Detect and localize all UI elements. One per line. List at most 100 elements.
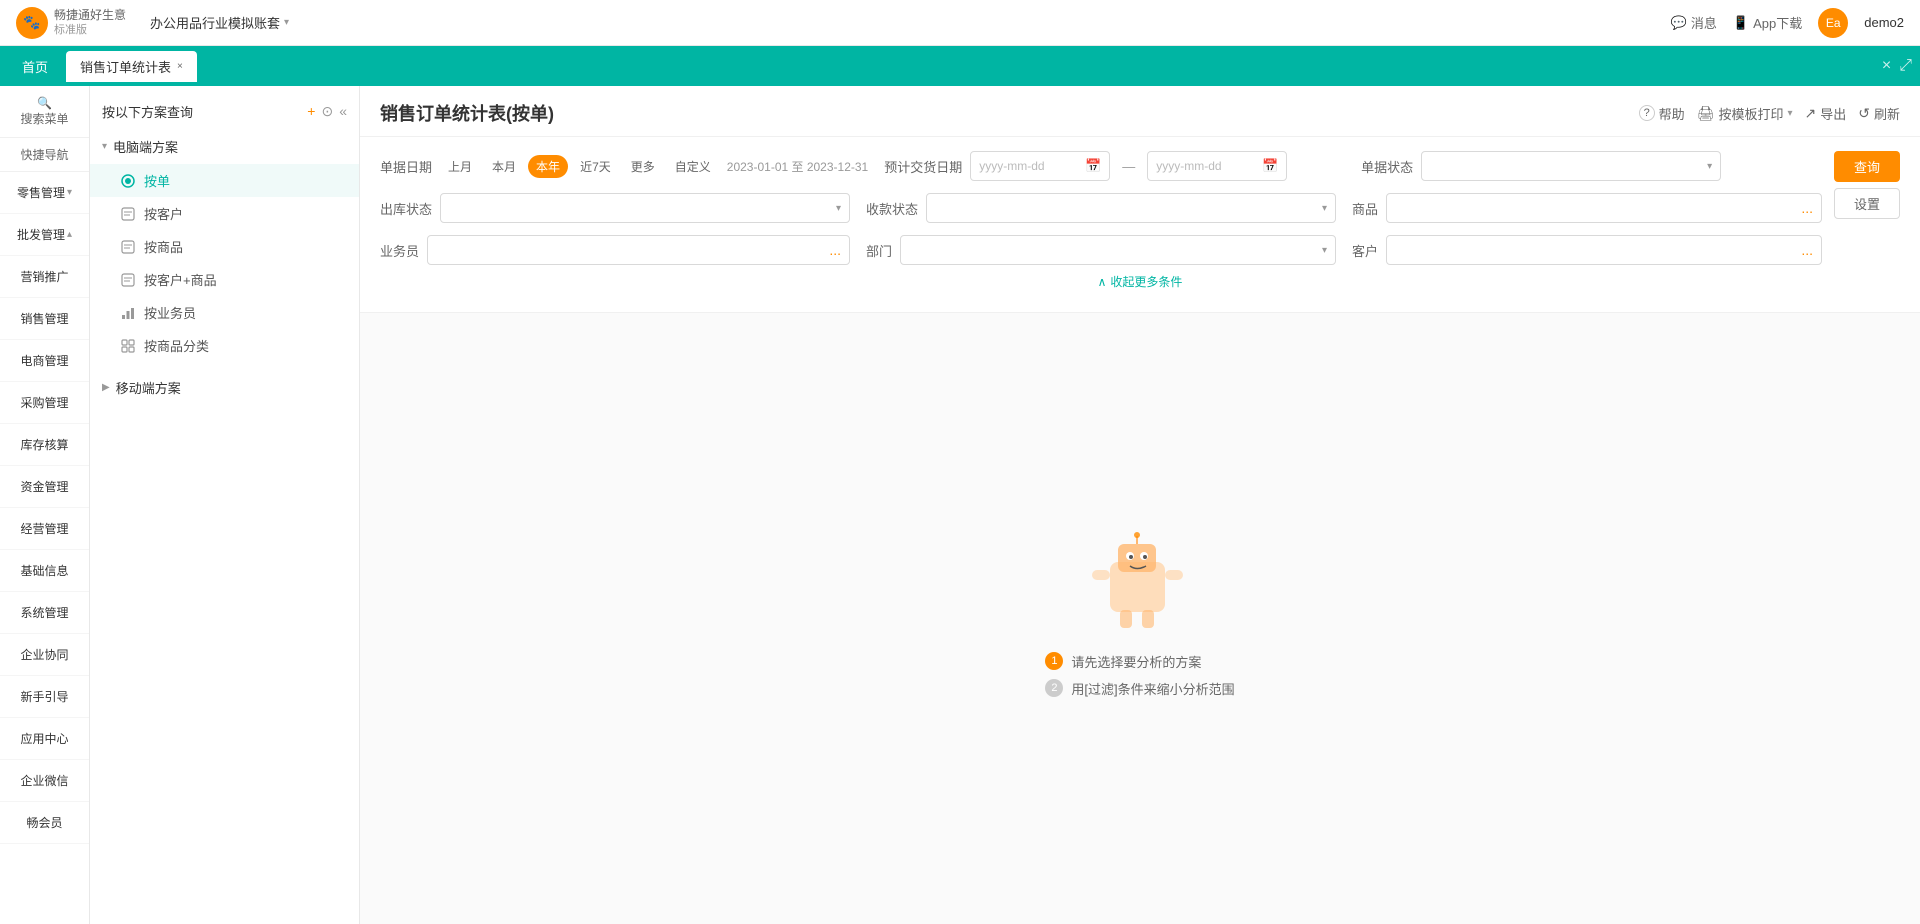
product-select[interactable]: ...	[1386, 193, 1822, 223]
tab-home[interactable]: 首页	[8, 51, 62, 82]
date-tab-more[interactable]: 更多	[623, 155, 663, 178]
settings-button[interactable]: 设置	[1834, 188, 1900, 219]
date-tab-last-month[interactable]: 上月	[440, 155, 480, 178]
sidebar-item-member[interactable]: 畅会员	[0, 802, 89, 844]
template-print-button[interactable]: 🖨 按模板打印 ▾	[1697, 104, 1793, 123]
main-layout: 🔍 搜索菜单 快捷导航 零售管理 ▾ 批发管理 ▴ 营销推广 销售管理 电商管理…	[0, 86, 1920, 924]
tab-close-window-icon[interactable]: ×	[1882, 57, 1891, 75]
export-button[interactable]: ↗ 导出	[1805, 104, 1847, 123]
sidebar-item-inventory[interactable]: 库存核算	[0, 424, 89, 466]
filter-actions: 查询 设置	[1834, 151, 1900, 219]
customer-more-icon[interactable]: ...	[1801, 242, 1813, 258]
calendar-end-icon: 📅	[1262, 158, 1278, 174]
filter-customer: 客户 ...	[1352, 235, 1822, 265]
logo-text: 畅捷通好生意 标准版	[54, 8, 126, 38]
left-panel: 按以下方案查询 + ⊙ « ▾ 电脑端方案	[90, 86, 360, 924]
sidebar-item-finance[interactable]: 资金管理	[0, 466, 89, 508]
product-more-icon[interactable]: ...	[1801, 200, 1813, 216]
app-icon: 📱	[1733, 15, 1749, 31]
scheme-item-by-customer-product[interactable]: 按客户+商品	[90, 263, 359, 296]
right-panel: 销售订单统计表(按单) ? 帮助 🖨 按模板打印 ▾ ↗ 导出	[360, 86, 1920, 924]
refresh-button[interactable]: ↺ 刷新	[1858, 104, 1900, 123]
sidebar-item-enterprise[interactable]: 企业协同	[0, 634, 89, 676]
sidebar-quick-nav[interactable]: 快捷导航	[0, 138, 89, 172]
scheme-group-desktop: ▾ 电脑端方案 按单	[90, 127, 359, 368]
scheme-item-by-category[interactable]: 按商品分类	[90, 329, 359, 362]
order-status-select[interactable]: ▾	[1421, 151, 1721, 181]
help-icon: ?	[1639, 105, 1655, 121]
date-separator: —	[1122, 159, 1135, 174]
by-customer-icon	[120, 206, 136, 222]
workspace-arrow-icon: ▾	[284, 17, 289, 28]
logo-area: 🐾 畅捷通好生意 标准版	[16, 7, 126, 39]
message-button[interactable]: 💬 消息	[1671, 13, 1717, 32]
filter-row-2: 出库状态 ▾ 收款状态 ▾	[380, 193, 1822, 223]
tab-fullscreen-icon[interactable]: ⤢	[1899, 57, 1912, 75]
date-tab-this-month[interactable]: 本月	[484, 155, 524, 178]
scheme-item-by-product[interactable]: 按商品	[90, 230, 359, 263]
workspace-selector[interactable]: 办公用品行业模拟账套 ▾	[150, 13, 289, 32]
delivery-date-end[interactable]: yyyy-mm-dd 📅	[1147, 151, 1287, 181]
date-tab-custom[interactable]: 自定义	[667, 155, 719, 178]
collapse-more-conditions[interactable]: ∧ 收起更多条件	[380, 265, 1900, 298]
sidebar-item-ecommerce[interactable]: 电商管理	[0, 340, 89, 382]
date-range-display: 2023-01-01 至 2023-12-31	[727, 158, 868, 175]
sidebar-item-marketing[interactable]: 营销推广	[0, 256, 89, 298]
filter-top-row: 单据日期 上月 本月 本年 近7天 更多 自定义 2023-01-01 至 20…	[380, 151, 1900, 265]
scheme-group-desktop-header[interactable]: ▾ 电脑端方案	[90, 131, 359, 162]
sidebar-item-operation[interactable]: 经营管理	[0, 508, 89, 550]
sidebar-item-appcenter[interactable]: 应用中心	[0, 718, 89, 760]
filter-area: 单据日期 上月 本月 本年 近7天 更多 自定义 2023-01-01 至 20…	[360, 137, 1920, 313]
order-status-arrow-icon: ▾	[1707, 161, 1712, 172]
payment-status-select[interactable]: ▾	[926, 193, 1336, 223]
filter-product: 商品 ...	[1352, 193, 1822, 223]
sidebar-search[interactable]: 🔍 搜索菜单	[0, 86, 89, 138]
page-header-actions: ? 帮助 🖨 按模板打印 ▾ ↗ 导出 ↺ 刷新	[1639, 104, 1900, 123]
collapse-icon: ∧	[1098, 275, 1107, 289]
help-button[interactable]: ? 帮助	[1639, 104, 1685, 123]
settings-scheme-button[interactable]: ⊙	[321, 103, 333, 120]
department-select[interactable]: ▾	[900, 235, 1336, 265]
empty-illustration	[1080, 532, 1200, 632]
delivery-date-start[interactable]: yyyy-mm-dd 📅	[970, 151, 1110, 181]
sidebar-item-purchase[interactable]: 采购管理	[0, 382, 89, 424]
message-icon: 💬	[1671, 15, 1687, 31]
scheme-item-by-salesperson[interactable]: 按业务员	[90, 296, 359, 329]
sidebar-item-retail[interactable]: 零售管理 ▾	[0, 172, 89, 214]
avatar[interactable]: Ea	[1818, 8, 1848, 38]
sidebar-item-wholesale[interactable]: 批发管理 ▴	[0, 214, 89, 256]
salesperson-select[interactable]: ...	[427, 235, 850, 265]
payment-status-arrow-icon: ▾	[1322, 203, 1327, 214]
top-nav: 🐾 畅捷通好生意 标准版 办公用品行业模拟账套 ▾ 💬 消息 📱 App下载 E…	[0, 0, 1920, 46]
customer-select[interactable]: ...	[1386, 235, 1822, 265]
date-tab-this-year[interactable]: 本年	[528, 155, 568, 178]
sidebar-item-newbie[interactable]: 新手引导	[0, 676, 89, 718]
tab-close-icon[interactable]: ×	[177, 61, 183, 72]
content-area: 按以下方案查询 + ⊙ « ▾ 电脑端方案	[90, 86, 1920, 924]
date-tab-last-7days[interactable]: 近7天	[572, 155, 619, 178]
by-order-icon	[120, 173, 136, 189]
by-category-icon	[120, 338, 136, 354]
sidebar-item-sales[interactable]: 销售管理	[0, 298, 89, 340]
filter-row-1: 单据日期 上月 本月 本年 近7天 更多 自定义 2023-01-01 至 20…	[380, 151, 1822, 181]
query-button[interactable]: 查询	[1834, 151, 1900, 182]
scheme-group-mobile-header[interactable]: ▶ 移动端方案	[90, 372, 359, 403]
left-panel-actions: + ⊙ «	[307, 103, 347, 120]
sidebar-item-wechat[interactable]: 企业微信	[0, 760, 89, 802]
sidebar: 🔍 搜索菜单 快捷导航 零售管理 ▾ 批发管理 ▴ 营销推广 销售管理 电商管理…	[0, 86, 90, 924]
refresh-icon: ↺	[1858, 105, 1870, 122]
tab-sales-order-stats[interactable]: 销售订单统计表 ×	[66, 51, 197, 82]
tip-num-1: 1	[1045, 652, 1063, 670]
add-scheme-button[interactable]: +	[307, 103, 315, 120]
scheme-item-by-customer[interactable]: 按客户	[90, 197, 359, 230]
collapse-panel-button[interactable]: «	[339, 103, 347, 120]
retail-arrow-icon: ▾	[67, 187, 72, 198]
sidebar-item-basic[interactable]: 基础信息	[0, 550, 89, 592]
salesperson-more-icon[interactable]: ...	[829, 242, 841, 258]
left-panel-header: 按以下方案查询 + ⊙ «	[90, 96, 359, 127]
filter-payment-status: 收款状态 ▾	[866, 193, 1336, 223]
scheme-item-by-order[interactable]: 按单	[90, 164, 359, 197]
app-download-button[interactable]: 📱 App下载	[1733, 13, 1802, 32]
shipping-status-select[interactable]: ▾	[440, 193, 850, 223]
sidebar-item-system[interactable]: 系统管理	[0, 592, 89, 634]
